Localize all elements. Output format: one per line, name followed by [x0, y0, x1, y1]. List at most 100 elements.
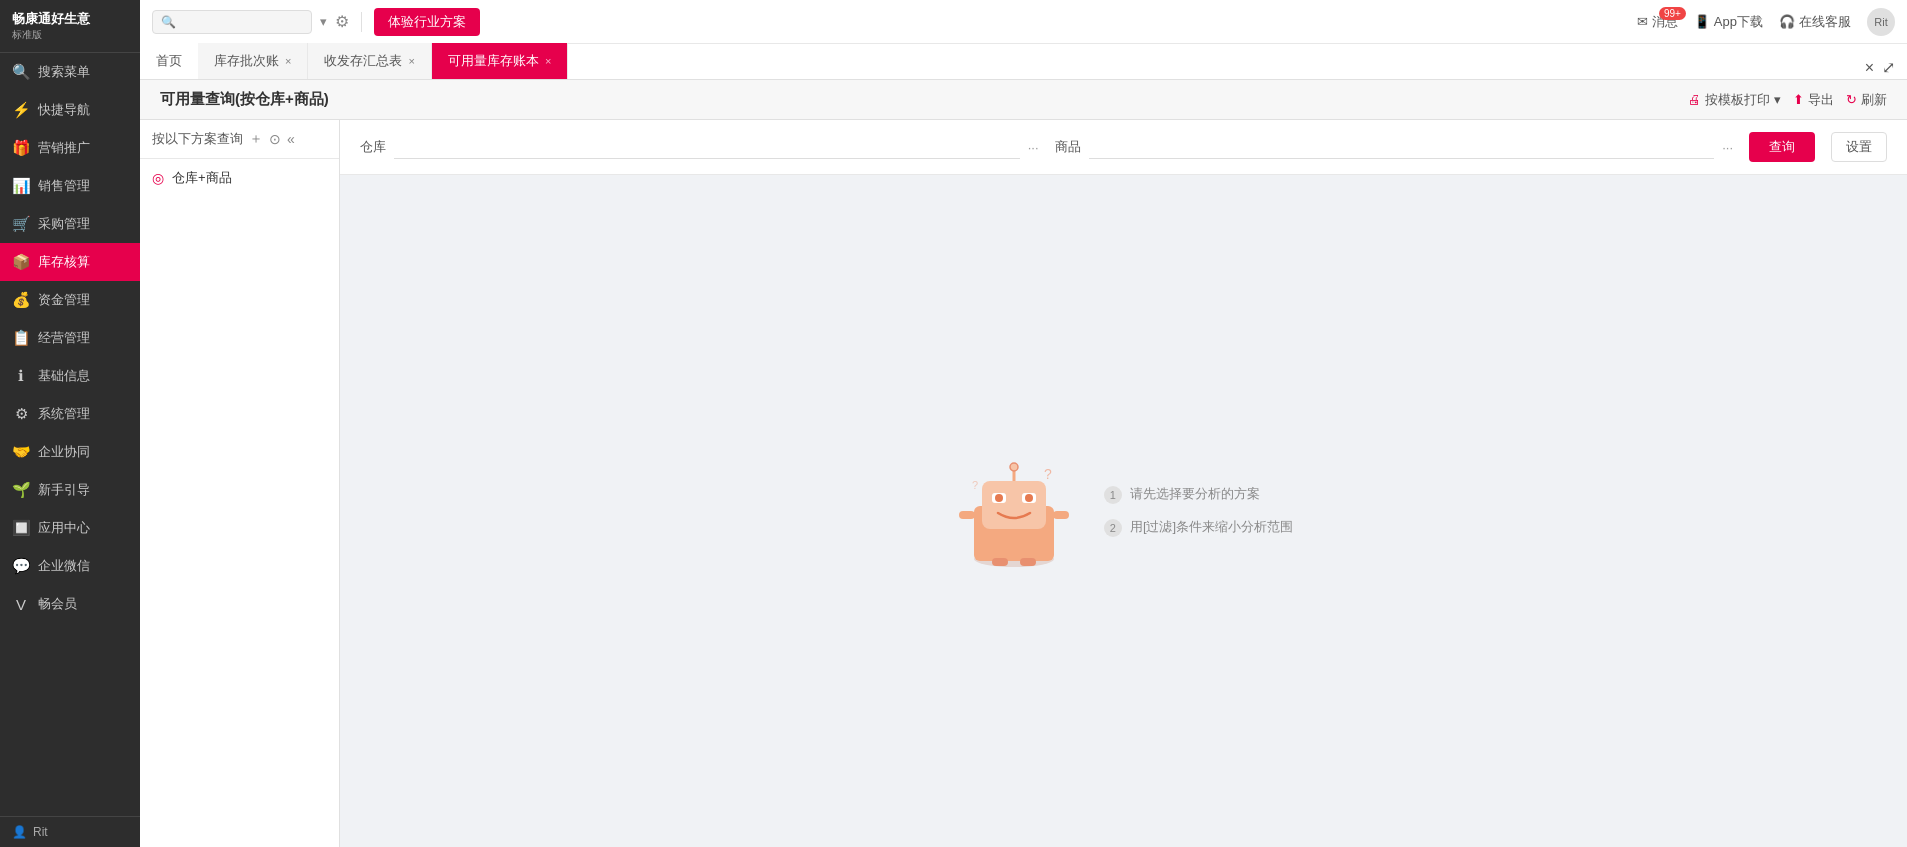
sidebar-icon-marketing: 🎁 [12, 139, 30, 157]
empty-tip-2: 2 用[过滤]条件来缩小分析范围 [1104, 518, 1293, 537]
sidebar-item-guide[interactable]: 🌱新手引导 [0, 471, 140, 509]
svg-rect-10 [1020, 558, 1036, 566]
sidebar-item-marketing[interactable]: 🎁营销推广 [0, 129, 140, 167]
svg-rect-8 [1053, 511, 1069, 519]
sidebar-scroll: 🔍搜索菜单⚡快捷导航🎁营销推广📊销售管理 🛒 采购管理 📦库存核算 💰 资金管理 📋经营管理… [0, 53, 140, 816]
filter-add-btn[interactable]: ＋ [249, 130, 263, 148]
svg-rect-7 [959, 511, 975, 519]
tip-2-num: 2 [1104, 519, 1122, 537]
sidebar-item-quicknav[interactable]: ⚡快捷导航 [0, 91, 140, 129]
search-icon: 🔍 [161, 15, 176, 29]
tab-collect-summary[interactable]: 收发存汇总表 × [308, 43, 431, 79]
sidebar-label-member: 畅会员 [38, 595, 77, 613]
sidebar-label-inventory: 库存核算 [38, 253, 90, 271]
export-btn[interactable]: ⬆ 导出 [1793, 91, 1834, 109]
warehouse-more-btn[interactable]: ··· [1028, 140, 1039, 155]
user-avatar[interactable]: Rit [1867, 8, 1895, 36]
empty-svg: ? ? [954, 451, 1074, 571]
message-badge: 99+ [1659, 7, 1686, 20]
svg-text:?: ? [1044, 466, 1052, 482]
empty-illustration: ? ? [954, 451, 1074, 571]
tab-expand-btn[interactable]: ⤢ [1878, 56, 1899, 79]
sidebar-item-wechat[interactable]: 💬企业微信 [0, 547, 140, 585]
tab-home-label: 首页 [156, 52, 182, 70]
print-icon: 🖨 [1688, 92, 1701, 107]
tip-1-text: 请先选择要分析的方案 [1130, 485, 1260, 503]
svg-text:?: ? [972, 479, 978, 491]
page-actions: 🖨 按模板打印 ▾ ⬆ 导出 ↻ 刷新 [1688, 91, 1887, 109]
settings-icon[interactable]: ⚙ [335, 12, 349, 31]
sidebar-item-system[interactable]: ⚙ 系统管理 [0, 395, 140, 433]
filter-item-icon: ◎ [152, 170, 164, 186]
sidebar-item-search[interactable]: 🔍搜索菜单 [0, 53, 140, 91]
sidebar-label-finance: 资金管理 [38, 291, 90, 309]
message-icon-btn[interactable]: ✉ 消息 99+ [1637, 13, 1678, 31]
svg-point-6 [1025, 494, 1033, 502]
page-header: 可用量查询(按仓库+商品) 🖨 按模板打印 ▾ ⬆ 导出 ↻ 刷新 [140, 80, 1907, 120]
tab-home[interactable]: 首页 [140, 43, 198, 79]
svg-rect-2 [982, 481, 1046, 529]
avatar-text: Rit [1874, 16, 1887, 28]
filter-collapse-btn[interactable]: « [287, 131, 295, 147]
sidebar-item-purchase[interactable]: 🛒 采购管理 [0, 205, 140, 243]
app-name: 畅康通好生意 [12, 10, 128, 28]
refresh-icon: ↻ [1846, 92, 1857, 107]
sidebar-icon-finance: 💰 [12, 291, 30, 309]
tab-collect-summary-close[interactable]: × [408, 55, 414, 67]
tab-available-stock-label: 可用量库存账本 [448, 52, 539, 70]
topbar: 🔍 ▾ ⚙ 体验行业方案 ✉ 消息 99+ 📱 App下载 🎧 在线客服 Rit [140, 0, 1907, 44]
trial-button[interactable]: 体验行业方案 [374, 8, 480, 36]
export-label: 导出 [1808, 91, 1834, 109]
refresh-label: 刷新 [1861, 91, 1887, 109]
svg-point-5 [995, 494, 1003, 502]
product-input[interactable] [1089, 135, 1715, 159]
tabs-extra: × ⤢ [1861, 56, 1907, 79]
sidebar-label-system: 系统管理 [38, 405, 90, 423]
sidebar-item-enterprise[interactable]: 🤝企业协同 [0, 433, 140, 471]
topbar-search[interactable]: 🔍 [152, 10, 312, 34]
filter-settings-btn[interactable]: ⊙ [269, 131, 281, 147]
sidebar-icon-info: ℹ [12, 367, 30, 385]
filter-panel: 按以下方案查询 ＋ ⊙ « ◎ 仓库+商品 [140, 120, 340, 847]
tab-available-stock-close[interactable]: × [545, 55, 551, 67]
query-settings-button[interactable]: 设置 [1831, 132, 1887, 162]
tab-available-stock[interactable]: 可用量库存账本 × [432, 43, 568, 79]
refresh-btn[interactable]: ↻ 刷新 [1846, 91, 1887, 109]
filter-item-warehouse-product[interactable]: ◎ 仓库+商品 [140, 159, 339, 197]
sidebar-icon-quicknav: ⚡ [12, 101, 30, 119]
product-more-btn[interactable]: ··· [1722, 140, 1733, 155]
svg-point-12 [1010, 463, 1018, 471]
tip-2-text: 用[过滤]条件来缩小分析范围 [1130, 518, 1293, 536]
query-button[interactable]: 查询 [1749, 132, 1815, 162]
sidebar-item-finance[interactable]: 💰 资金管理 [0, 281, 140, 319]
main-area: 🔍 ▾ ⚙ 体验行业方案 ✉ 消息 99+ 📱 App下载 🎧 在线客服 Rit [140, 0, 1907, 847]
sidebar-label-apps: 应用中心 [38, 519, 90, 537]
online-service-btn[interactable]: 🎧 在线客服 [1779, 13, 1851, 31]
dropdown-icon[interactable]: ▾ [320, 14, 327, 29]
sidebar-icon-purchase: 🛒 [12, 215, 30, 233]
print-label: 按模板打印 [1705, 91, 1770, 109]
tab-batch-account-close[interactable]: × [285, 55, 291, 67]
print-dropdown-icon[interactable]: ▾ [1774, 92, 1781, 107]
sidebar-item-apps[interactable]: 🔲应用中心 [0, 509, 140, 547]
sidebar-label-wechat: 企业微信 [38, 557, 90, 575]
sidebar-item-sales[interactable]: 📊销售管理 [0, 167, 140, 205]
sidebar-label-purchase: 采购管理 [38, 215, 90, 233]
sidebar-item-info[interactable]: ℹ基础信息 [0, 357, 140, 395]
sidebar-item-member[interactable]: V畅会员 [0, 585, 140, 623]
tab-batch-account[interactable]: 库存批次账 × [198, 43, 308, 79]
sidebar-item-management[interactable]: 📋经营管理 [0, 319, 140, 357]
content-area: 按以下方案查询 ＋ ⊙ « ◎ 仓库+商品 仓库 ··· 商品 [140, 120, 1907, 847]
product-label: 商品 [1055, 138, 1081, 156]
tab-close-all-btn[interactable]: × [1861, 57, 1878, 79]
sidebar: 畅康通好生意 标准版 🔍搜索菜单⚡快捷导航🎁营销推广📊销售管理🛒采购管理📦库存核… [0, 0, 140, 847]
sidebar-label-guide: 新手引导 [38, 481, 90, 499]
tab-collect-summary-label: 收发存汇总表 [324, 52, 402, 70]
sidebar-icon-system: ⚙ [12, 405, 30, 423]
print-btn[interactable]: 🖨 按模板打印 ▾ [1688, 91, 1781, 109]
sidebar-item-inventory[interactable]: 📦库存核算 [0, 243, 140, 281]
sidebar-label-sales: 销售管理 [38, 177, 90, 195]
user-name: Rit [33, 825, 48, 839]
warehouse-input[interactable] [394, 135, 1020, 159]
app-download-btn[interactable]: 📱 App下载 [1694, 13, 1763, 31]
